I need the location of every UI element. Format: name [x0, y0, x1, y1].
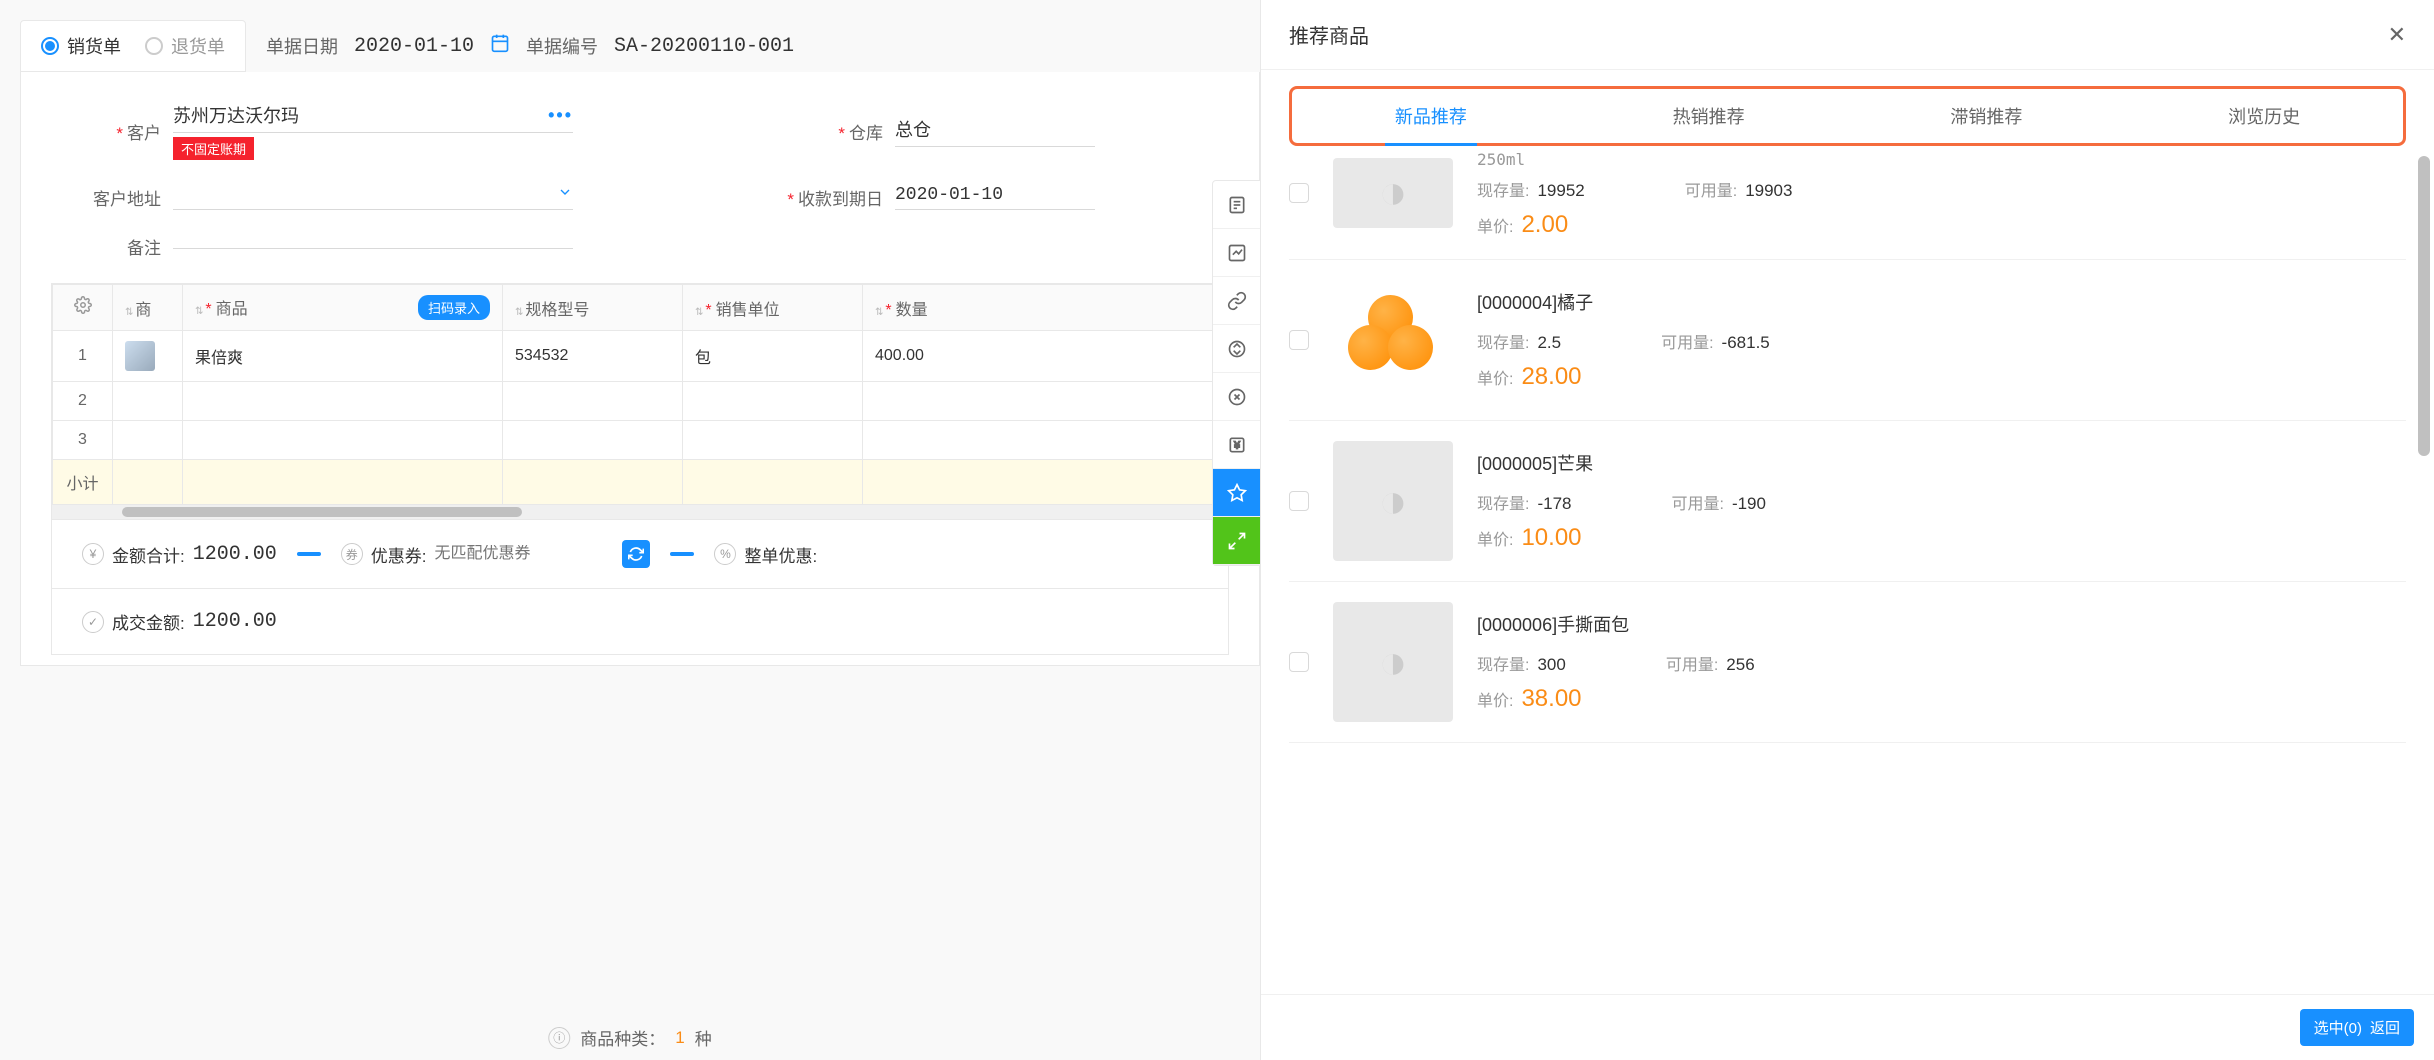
- kinds-unit: 种: [695, 1025, 712, 1050]
- tool-expand-icon[interactable]: [1213, 517, 1261, 565]
- kinds-label: 商品种类：: [580, 1025, 665, 1050]
- minus-icon: [297, 552, 321, 556]
- deal-icon: ✓: [82, 611, 104, 633]
- doc-type-tabs: 销货单 退货单: [20, 20, 246, 72]
- radio-return-label: 退货单: [171, 33, 225, 59]
- refresh-button[interactable]: [622, 540, 650, 568]
- col-image[interactable]: ⇅商: [113, 285, 183, 331]
- radio-return-order[interactable]: 退货单: [145, 33, 225, 59]
- gear-column[interactable]: [53, 285, 113, 331]
- duedate-value: 2020-01-10: [895, 185, 1003, 205]
- product-item: ◑ [0000006]手撕面包 现存量:300 可用量:256 单价:38.00: [1289, 582, 2406, 743]
- scan-input-button[interactable]: 扫码录入: [418, 295, 490, 320]
- duedate-field[interactable]: 2020-01-10: [895, 185, 1095, 210]
- tool-currency-icon[interactable]: ¥: [1213, 421, 1261, 469]
- col-qty[interactable]: ⇅*数量: [863, 285, 1228, 331]
- amount-value: 1200.00: [193, 543, 277, 566]
- tool-note-icon[interactable]: [1213, 181, 1261, 229]
- product-image: ◑: [1333, 158, 1453, 228]
- doc-no-value: SA-20200110-001: [614, 35, 794, 58]
- right-panel-title: 推荐商品: [1289, 20, 1369, 49]
- kinds-value: 1: [675, 1028, 684, 1048]
- tool-chart-icon[interactable]: [1213, 229, 1261, 277]
- table-row[interactable]: 2: [53, 382, 1228, 421]
- svg-text:¥: ¥: [1233, 440, 1240, 451]
- product-checkbox[interactable]: [1289, 183, 1309, 203]
- address-field[interactable]: [173, 184, 573, 210]
- radio-sales-label: 销货单: [67, 33, 121, 59]
- address-label: 客户地址: [93, 190, 161, 209]
- customer-value: 苏州万达沃尔玛: [173, 102, 299, 128]
- info-icon: ⓘ: [548, 1027, 570, 1049]
- side-toolbar: ¥: [1212, 180, 1262, 566]
- doc-no-label: 单据编号: [526, 33, 598, 59]
- subtotal-label: 小计: [53, 460, 113, 505]
- col-spec[interactable]: ⇅规格型号: [503, 285, 683, 331]
- product-checkbox[interactable]: [1289, 491, 1309, 511]
- doc-date-label: 单据日期: [266, 33, 338, 59]
- bottom-info: ⓘ 商品种类： 1 种: [548, 1025, 711, 1050]
- warehouse-field[interactable]: 总仓: [895, 116, 1095, 147]
- tool-star-icon[interactable]: [1213, 469, 1261, 517]
- radio-checked-icon: [41, 37, 59, 55]
- vertical-scrollbar[interactable]: [2418, 156, 2430, 456]
- chevron-down-icon[interactable]: [557, 184, 573, 205]
- product-item: ◑ [0000005]芒果 现存量:-178 可用量:-190 单价:10.00: [1289, 421, 2406, 582]
- product-item: [0000004]橘子 现存量:2.5 可用量:-681.5 单价:28.00: [1289, 260, 2406, 421]
- radio-unchecked-icon: [145, 37, 163, 55]
- deal-label: 成交金额:: [112, 609, 185, 634]
- warehouse-value: 总仓: [895, 120, 931, 140]
- discount-icon: %: [714, 543, 736, 565]
- product-checkbox[interactable]: [1289, 652, 1309, 672]
- radio-sales-order[interactable]: 销货单: [41, 33, 121, 59]
- minus-icon: [670, 552, 694, 556]
- duedate-label: 收款到期日: [798, 190, 883, 209]
- amount-label: 金额合计:: [112, 542, 185, 567]
- doc-date-value[interactable]: 2020-01-10: [354, 35, 474, 58]
- warehouse-label: 仓库: [849, 124, 883, 143]
- tab-browse-history[interactable]: 浏览历史: [2228, 103, 2300, 143]
- calendar-icon[interactable]: [490, 33, 510, 59]
- table-row[interactable]: 1 果倍爽 534532 包 400.00: [53, 331, 1228, 382]
- coupon-label: 优惠券:: [371, 542, 427, 567]
- yen-icon: ¥: [82, 543, 104, 565]
- product-item: ◑ 250ml 现存量:19952 可用量:19903 单价:2.00: [1289, 146, 2406, 260]
- tab-hot-products[interactable]: 热销推荐: [1673, 103, 1745, 143]
- tool-link-icon[interactable]: [1213, 277, 1261, 325]
- order-discount-label: 整单优惠:: [744, 542, 817, 567]
- product-image: ◑: [1333, 441, 1453, 561]
- product-image: ◑: [1333, 602, 1453, 722]
- doc-meta: 单据日期 2020-01-10 单据编号 SA-20200110-001: [266, 33, 794, 59]
- tab-slow-products[interactable]: 滞销推荐: [1950, 103, 2022, 143]
- selected-count-button[interactable]: 选中(0)返回: [2300, 1009, 2414, 1046]
- deal-value: 1200.00: [193, 610, 277, 633]
- product-image: [1333, 280, 1453, 400]
- col-product[interactable]: ⇅*商品扫码录入: [183, 285, 503, 331]
- customer-label: 客户: [127, 124, 161, 143]
- coupon-icon: 券: [341, 543, 363, 565]
- product-checkbox[interactable]: [1289, 330, 1309, 350]
- coupon-input[interactable]: [434, 545, 614, 563]
- tool-receipt-icon[interactable]: [1213, 373, 1261, 421]
- tab-new-products[interactable]: 新品推荐: [1395, 103, 1467, 143]
- customer-badge: 不固定账期: [173, 137, 254, 160]
- line-items-table: ⇅商 ⇅*商品扫码录入 ⇅规格型号 ⇅*销售单位 ⇅*数量 1 果倍爽 5345…: [51, 283, 1229, 520]
- ellipsis-icon[interactable]: •••: [548, 105, 573, 126]
- remark-field[interactable]: [173, 244, 573, 249]
- recommend-tabs: 新品推荐 热销推荐 滞销推荐 浏览历史: [1289, 86, 2406, 146]
- close-icon[interactable]: ✕: [2388, 22, 2406, 48]
- remark-label: 备注: [127, 239, 161, 258]
- table-row[interactable]: 3: [53, 421, 1228, 460]
- horizontal-scrollbar[interactable]: [52, 505, 1228, 519]
- col-unit[interactable]: ⇅*销售单位: [683, 285, 863, 331]
- customer-field[interactable]: 苏州万达沃尔玛 •••: [173, 102, 573, 133]
- tool-swap-icon[interactable]: [1213, 325, 1261, 373]
